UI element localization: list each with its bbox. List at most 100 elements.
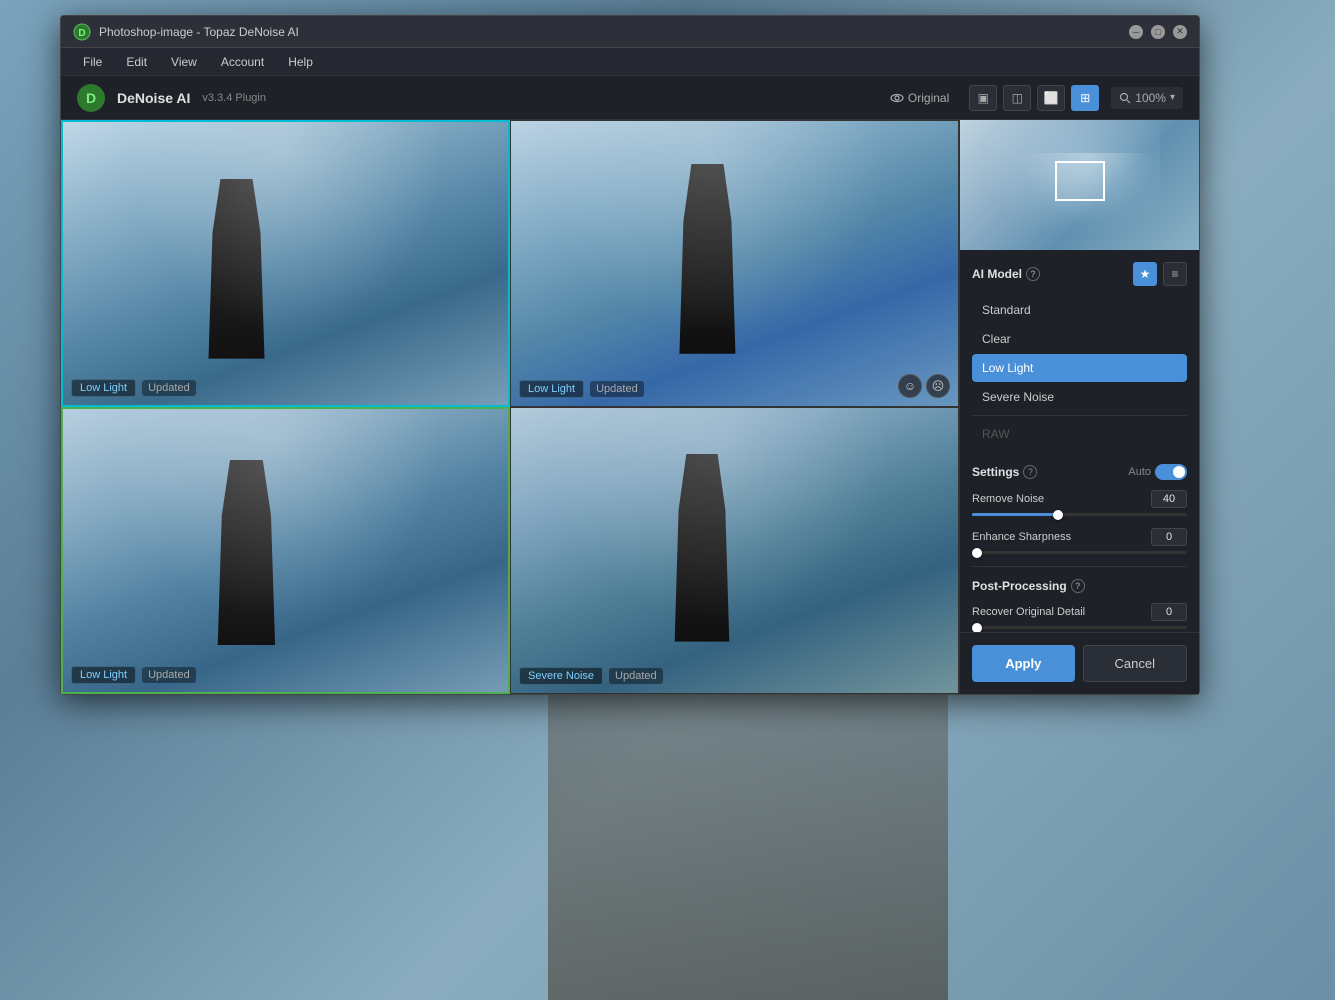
recover-detail-track[interactable] [972, 626, 1187, 629]
main-content: Low Light Updated Low Light Updated [61, 120, 1199, 694]
enhance-sharpness-value[interactable]: 0 [1151, 528, 1187, 546]
settings-title-group: Settings ? [972, 465, 1037, 479]
menu-view[interactable]: View [161, 51, 207, 73]
ai-model-icons: ★ ≡ [1133, 262, 1187, 286]
remove-noise-fill [972, 513, 1058, 516]
original-button[interactable]: Original [882, 87, 957, 109]
panel-br-status: Updated [609, 668, 663, 684]
preview-viewport [1055, 161, 1105, 201]
panel-tr-model: Low Light [519, 380, 584, 398]
enhance-sharpness-thumb[interactable] [972, 548, 982, 558]
recover-detail-thumb[interactable] [972, 623, 982, 633]
like-button[interactable]: ☺ [898, 374, 922, 398]
settings-header: Settings ? Auto [972, 464, 1187, 480]
svg-text:D: D [78, 28, 85, 39]
panel-br-label: Severe Noise Updated [519, 667, 663, 685]
remove-noise-value[interactable]: 40 [1151, 490, 1187, 508]
app-logo: D [77, 84, 105, 112]
settings-title: Settings [972, 465, 1019, 479]
panel-emoji-buttons: ☺ ☹ [898, 374, 950, 398]
enhance-sharpness-label-row: Enhance Sharpness 0 [972, 528, 1187, 546]
panel-top-left: Low Light Updated [61, 120, 510, 407]
app-toolbar: D DeNoise AI v3.3.4 Plugin Original ▣ ◫ … [61, 76, 1199, 120]
menu-help[interactable]: Help [278, 51, 323, 73]
image-grid: Low Light Updated Low Light Updated [61, 120, 959, 694]
menu-edit[interactable]: Edit [116, 51, 157, 73]
panel-bg-bl [63, 409, 508, 692]
recover-detail-group: Recover Original Detail 0 [972, 603, 1187, 629]
canvas-area: Low Light Updated Low Light Updated [61, 120, 959, 694]
zoom-icon [1119, 92, 1131, 104]
panel-tr-status: Updated [590, 381, 644, 397]
panel-bl-label: Low Light Updated [71, 666, 196, 684]
window-controls: ─ □ ✕ [1129, 25, 1187, 39]
settings-help-icon[interactable]: ? [1023, 465, 1037, 479]
cancel-button[interactable]: Cancel [1083, 645, 1188, 682]
view-split-h-button[interactable]: ◫ [1003, 85, 1031, 111]
post-processing-title: Post-Processing ? [972, 579, 1085, 593]
menu-file[interactable]: File [73, 51, 112, 73]
recover-detail-label-row: Recover Original Detail 0 [972, 603, 1187, 621]
star-icon-button[interactable]: ★ [1133, 262, 1157, 286]
ai-model-section-header: AI Model ? ★ ≡ [972, 262, 1187, 286]
remove-noise-track[interactable] [972, 513, 1187, 516]
window-title: Photoshop-image - Topaz DeNoise AI [99, 25, 1129, 39]
zoom-control[interactable]: 100% ▾ [1111, 87, 1183, 109]
recover-detail-value[interactable]: 0 [1151, 603, 1187, 621]
panel-tl-label: Low Light Updated [71, 379, 196, 397]
view-single-button[interactable]: ▣ [969, 85, 997, 111]
panel-bl-status: Updated [142, 667, 196, 683]
minimize-button[interactable]: ─ [1129, 25, 1143, 39]
panel-br-model: Severe Noise [519, 667, 603, 685]
panel-bottom-left: Low Light Updated [61, 407, 510, 694]
menu-account[interactable]: Account [211, 51, 274, 73]
model-severe-noise[interactable]: Severe Noise [972, 383, 1187, 411]
post-processing-header: Post-Processing ? [972, 579, 1187, 593]
maximize-button[interactable]: □ [1151, 25, 1165, 39]
auto-label: Auto [1128, 466, 1151, 478]
panel-tl-status: Updated [142, 380, 196, 396]
remove-noise-group: Remove Noise 40 [972, 490, 1187, 516]
model-clear[interactable]: Clear [972, 325, 1187, 353]
action-buttons: Apply Cancel [960, 632, 1199, 694]
remove-noise-thumb[interactable] [1053, 510, 1063, 520]
settings-section: Settings ? Auto Remove No [972, 464, 1187, 554]
ai-model-help-icon[interactable]: ? [1026, 267, 1040, 281]
ai-model-title: AI Model ? [972, 267, 1040, 281]
enhance-sharpness-track[interactable] [972, 551, 1187, 554]
menu-bar: File Edit View Account Help [61, 48, 1199, 76]
app-title: DeNoise AI [117, 90, 190, 106]
auto-toggle[interactable]: Auto [1128, 464, 1187, 480]
view-quad-button[interactable]: ⊞ [1071, 85, 1099, 111]
list-icon-button[interactable]: ≡ [1163, 262, 1187, 286]
apply-button[interactable]: Apply [972, 645, 1075, 682]
remove-noise-label: Remove Noise [972, 493, 1044, 505]
panel-top-right: Low Light Updated ☺ ☹ [510, 120, 959, 407]
right-panel-content: AI Model ? ★ ≡ Standard Clear Low Light … [960, 250, 1199, 632]
eye-icon [890, 91, 904, 105]
close-button[interactable]: ✕ [1173, 25, 1187, 39]
panel-tl-model: Low Light [71, 379, 136, 397]
post-processing-help-icon[interactable]: ? [1071, 579, 1085, 593]
app-icon: D [73, 23, 91, 41]
panel-bottom-right: Severe Noise Updated [510, 407, 959, 694]
view-split-v-button[interactable]: ⬜ [1037, 85, 1065, 111]
model-raw: RAW [972, 420, 1187, 448]
model-list: Standard Clear Low Light Severe Noise RA… [972, 296, 1187, 448]
enhance-sharpness-group: Enhance Sharpness 0 [972, 528, 1187, 554]
panel-bg-tl [63, 122, 508, 405]
panel-tr-label: Low Light Updated [519, 380, 644, 398]
auto-toggle-thumb [1173, 466, 1185, 478]
post-processing-section: Post-Processing ? Recover Original Detai… [972, 566, 1187, 629]
view-controls: ▣ ◫ ⬜ ⊞ [969, 85, 1099, 111]
enhance-sharpness-label: Enhance Sharpness [972, 531, 1071, 543]
model-standard[interactable]: Standard [972, 296, 1187, 324]
model-low-light[interactable]: Low Light [972, 354, 1187, 382]
preview-thumbnail [960, 120, 1199, 250]
panel-bl-model: Low Light [71, 666, 136, 684]
auto-toggle-track[interactable] [1155, 464, 1187, 480]
dislike-button[interactable]: ☹ [926, 374, 950, 398]
right-panel: AI Model ? ★ ≡ Standard Clear Low Light … [959, 120, 1199, 694]
remove-noise-label-row: Remove Noise 40 [972, 490, 1187, 508]
app-version: v3.3.4 Plugin [202, 92, 266, 104]
